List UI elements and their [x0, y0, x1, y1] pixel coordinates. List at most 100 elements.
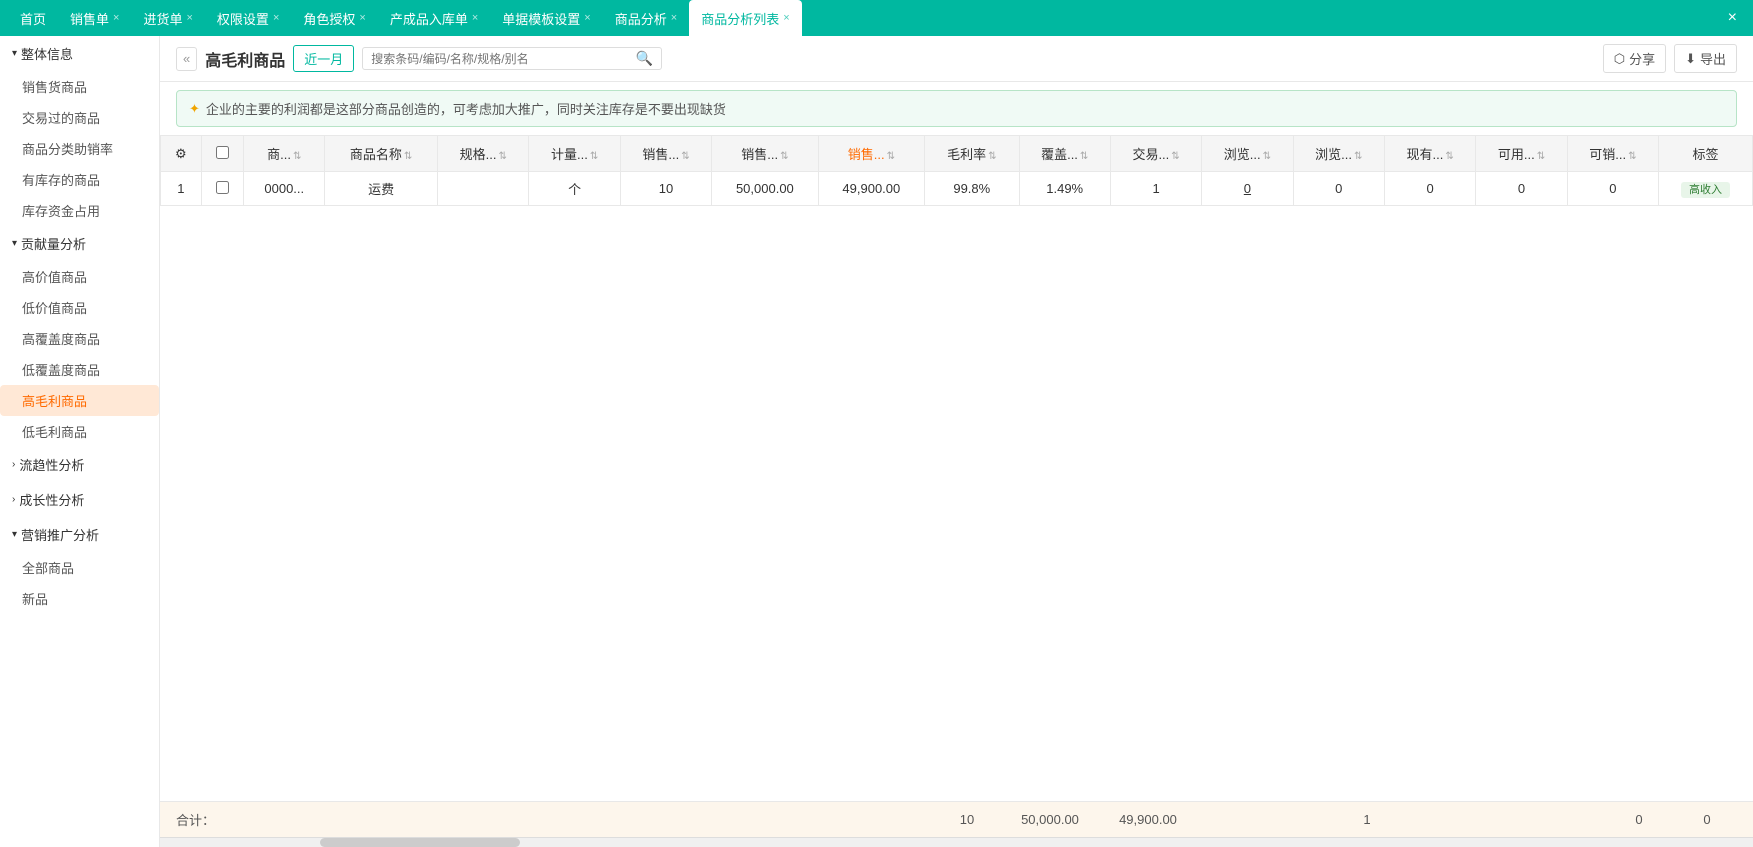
cell-sales-amount: 50,000.00	[712, 172, 818, 206]
col-sales-qty[interactable]: 销售...⇅	[620, 136, 711, 172]
page-title: 高毛利商品	[205, 47, 285, 71]
col-name[interactable]: 商品名称⇅	[325, 136, 438, 172]
col-browse1[interactable]: 浏览...⇅	[1202, 136, 1293, 172]
col-sales-profit[interactable]: 销售...⇅	[818, 136, 924, 172]
cell-saleable: 0	[1567, 172, 1658, 206]
export-button[interactable]: ⬇ 导出	[1674, 44, 1737, 73]
cell-gross-margin: 99.8%	[925, 172, 1019, 206]
arrow-marketing: ▾	[12, 529, 17, 540]
select-all-checkbox[interactable]	[216, 146, 229, 159]
footer-available2: 0	[1609, 812, 1669, 827]
info-icon: ✦	[189, 101, 200, 117]
cell-coverage: 1.49%	[1019, 172, 1110, 206]
col-unit[interactable]: 计量...⇅	[529, 136, 620, 172]
nav-close-analysis-list[interactable]: ×	[783, 12, 789, 24]
col-available2[interactable]: 可用...⇅	[1476, 136, 1567, 172]
nav-close-purchase[interactable]: ×	[186, 12, 192, 24]
content-header: « 高毛利商品 近一月 🔍 ⬡ 分享 ⬇ 导出	[160, 36, 1753, 82]
col-checkbox[interactable]	[201, 136, 244, 172]
share-button[interactable]: ⬡ 分享	[1603, 44, 1666, 73]
nav-purchase[interactable]: 进货单 ×	[131, 0, 204, 36]
arrow-trend: ›	[12, 459, 15, 470]
sidebar-item-high-coverage[interactable]: 高覆盖度商品	[0, 323, 159, 354]
cell-tag: 高收入	[1659, 172, 1753, 206]
filter-recent-month[interactable]: 近一月	[293, 45, 354, 72]
arrow-contribution: ▾	[12, 238, 17, 249]
sidebar-item-sales-goods[interactable]: 销售货商品	[0, 71, 159, 102]
nav-close-template[interactable]: ×	[584, 12, 590, 24]
search-box[interactable]: 🔍	[362, 47, 662, 70]
data-table: ⚙ 商...⇅ 商品名称⇅ 规格...⇅ 计量...⇅ 销售...⇅ 销售...…	[160, 135, 1753, 206]
cell-sales-profit: 49,900.00	[818, 172, 924, 206]
sidebar-item-category-assist[interactable]: 商品分类助销率	[0, 133, 159, 164]
col-saleable[interactable]: 可销...⇅	[1567, 136, 1658, 172]
nav-close-permissions[interactable]: ×	[273, 12, 279, 24]
sidebar-item-traded-goods[interactable]: 交易过的商品	[0, 102, 159, 133]
nav-stock-in[interactable]: 产成品入库单 ×	[378, 0, 490, 36]
col-spec[interactable]: 规格...⇅	[438, 136, 529, 172]
nav-close-sales[interactable]: ×	[113, 12, 119, 24]
col-coverage[interactable]: 覆盖...⇅	[1019, 136, 1110, 172]
sidebar-group-trend[interactable]: › 流趋性分析	[0, 447, 159, 482]
nav-roles[interactable]: 角色授权 ×	[291, 0, 377, 36]
sidebar-group-marketing[interactable]: ▾ 营销推广分析	[0, 517, 159, 552]
cell-available2: 0	[1476, 172, 1567, 206]
cell-browse1[interactable]: 0	[1202, 172, 1293, 206]
sidebar-group-overall[interactable]: ▾ 整体信息	[0, 36, 159, 71]
info-message: 企业的主要的利润都是这部分商品创造的，可考虑加大推广，同时关注库存是不要出现缺货	[206, 99, 726, 118]
footer-saleable: 0	[1677, 812, 1737, 827]
cell-spec	[438, 172, 529, 206]
search-icon[interactable]: 🔍	[636, 50, 653, 67]
sidebar-group-growth[interactable]: › 成长性分析	[0, 482, 159, 517]
col-tag[interactable]: 标签	[1659, 136, 1753, 172]
col-available1[interactable]: 现有...⇅	[1384, 136, 1475, 172]
cell-unit: 个	[529, 172, 620, 206]
sidebar-item-all-goods[interactable]: 全部商品	[0, 552, 159, 583]
cell-index: 1	[161, 172, 202, 206]
col-gross-margin[interactable]: 毛利率⇅	[925, 136, 1019, 172]
sidebar-item-high-value[interactable]: 高价值商品	[0, 261, 159, 292]
sidebar-item-low-value[interactable]: 低价值商品	[0, 292, 159, 323]
sidebar-item-in-stock[interactable]: 有库存的商品	[0, 164, 159, 195]
col-settings[interactable]: ⚙	[161, 136, 202, 172]
footer-transactions: 1	[1337, 812, 1397, 827]
nav-analysis-list[interactable]: 商品分析列表 ×	[689, 0, 801, 36]
sidebar-item-low-coverage[interactable]: 低覆盖度商品	[0, 354, 159, 385]
collapse-button[interactable]: «	[176, 47, 197, 71]
nav-home[interactable]: 首页	[8, 0, 58, 36]
info-bar: ✦ 企业的主要的利润都是这部分商品创造的，可考虑加大推广，同时关注库存是不要出现…	[176, 90, 1737, 127]
nav-template[interactable]: 单据模板设置 ×	[490, 0, 602, 36]
nav-close-stock-in[interactable]: ×	[472, 12, 478, 24]
sidebar-item-stock-capital[interactable]: 库存资金占用	[0, 195, 159, 226]
search-input[interactable]	[371, 52, 636, 66]
cell-checkbox[interactable]	[201, 172, 244, 206]
cell-sales-qty: 10	[620, 172, 711, 206]
nav-close-roles[interactable]: ×	[359, 12, 365, 24]
share-icon: ⬡	[1614, 51, 1625, 67]
cell-browse2: 0	[1293, 172, 1384, 206]
nav-analysis[interactable]: 商品分析 ×	[603, 0, 689, 36]
cell-transactions: 1	[1110, 172, 1201, 206]
col-sales-amount[interactable]: 销售...⇅	[712, 136, 818, 172]
content-area: « 高毛利商品 近一月 🔍 ⬡ 分享 ⬇ 导出	[160, 36, 1753, 847]
table-row: 10000...运费个1050,000.0049,900.0099.8%1.49…	[161, 172, 1753, 206]
nav-close-analysis[interactable]: ×	[671, 12, 677, 24]
col-transactions[interactable]: 交易...⇅	[1110, 136, 1201, 172]
table-container[interactable]: ⚙ 商...⇅ 商品名称⇅ 规格...⇅ 计量...⇅ 销售...⇅ 销售...…	[160, 135, 1753, 801]
bottom-scrollbar[interactable]	[160, 837, 1753, 847]
sidebar-item-new-goods[interactable]: 新品	[0, 583, 159, 614]
scrollbar-thumb[interactable]	[320, 838, 520, 847]
nav-sales[interactable]: 销售单 ×	[58, 0, 131, 36]
footer-sales-qty: 10	[937, 812, 997, 827]
col-browse2[interactable]: 浏览...⇅	[1293, 136, 1384, 172]
top-nav: 首页 销售单 × 进货单 × 权限设置 × 角色授权 × 产成品入库单 × 单据…	[0, 0, 1753, 36]
sidebar-item-high-margin[interactable]: 高毛利商品	[0, 385, 159, 416]
col-code[interactable]: 商...⇅	[244, 136, 325, 172]
nav-permissions[interactable]: 权限设置 ×	[205, 0, 291, 36]
main-layout: ▾ 整体信息 销售货商品 交易过的商品 商品分类助销率 有库存的商品 库存资金占…	[0, 36, 1753, 847]
header-actions: ⬡ 分享 ⬇ 导出	[1603, 44, 1737, 73]
export-icon: ⬇	[1685, 51, 1696, 67]
sidebar-group-contribution[interactable]: ▾ 贡献量分析	[0, 226, 159, 261]
sidebar-item-low-margin[interactable]: 低毛利商品	[0, 416, 159, 447]
window-close-btn[interactable]: ×	[1720, 9, 1745, 27]
